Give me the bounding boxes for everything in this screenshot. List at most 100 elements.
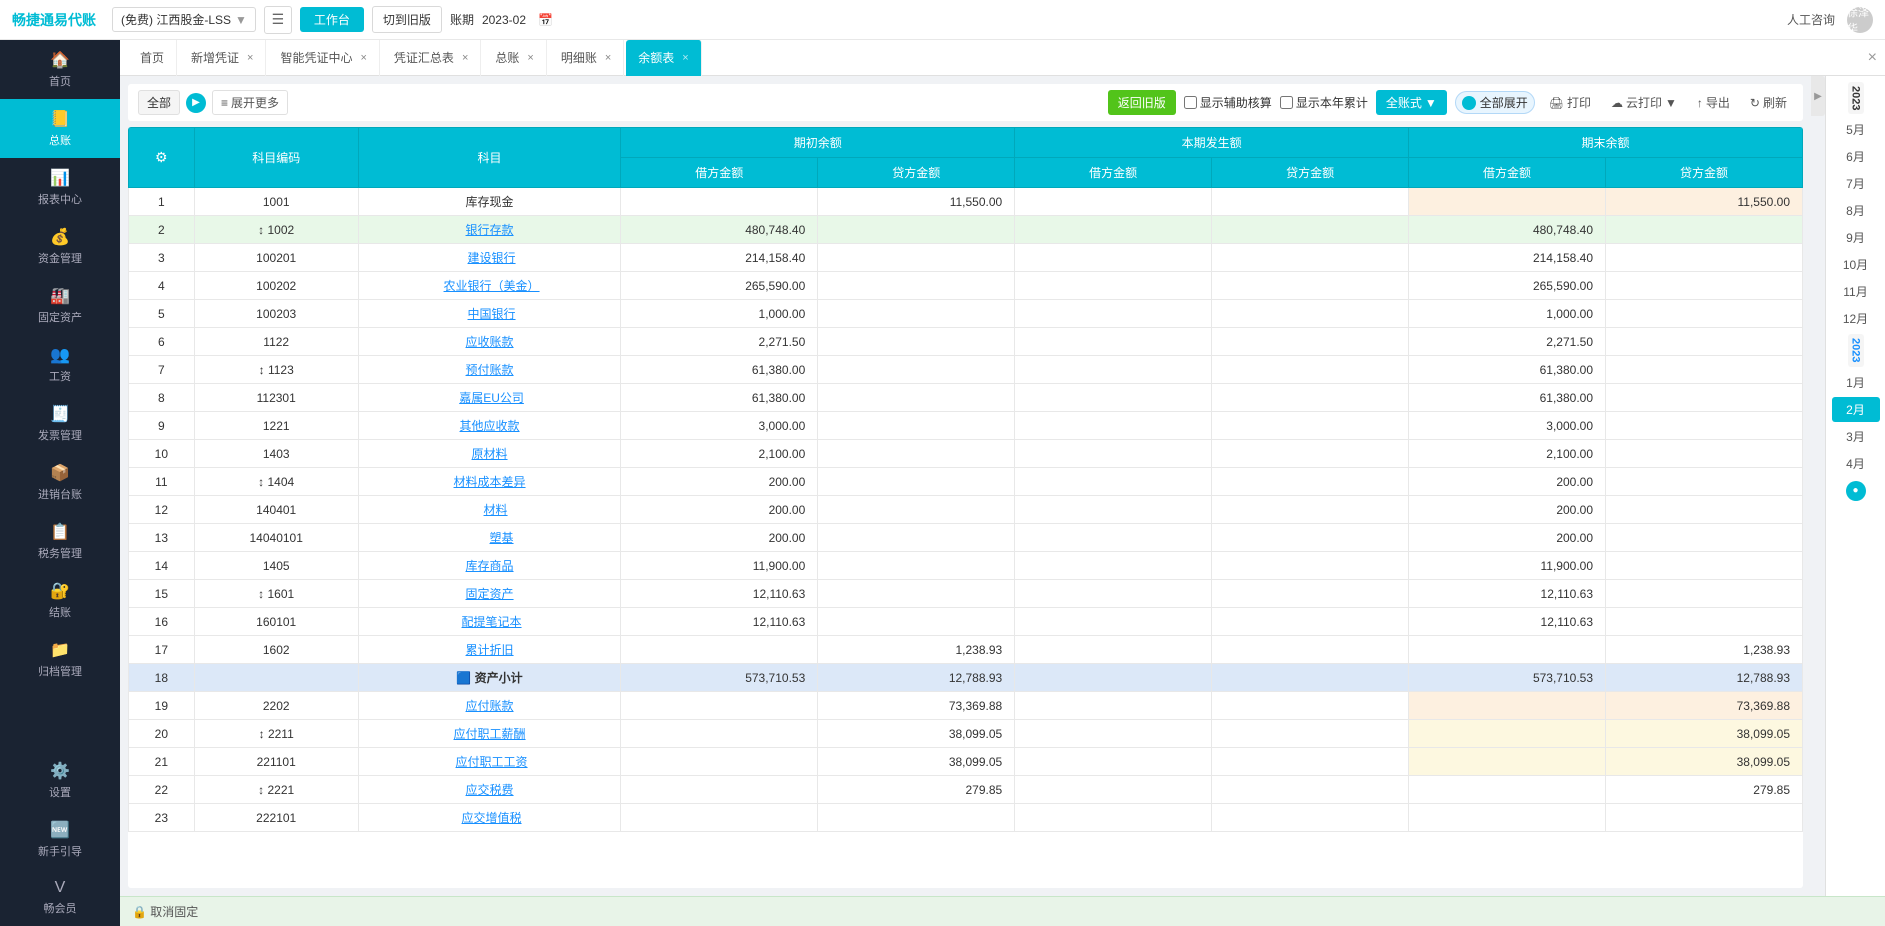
tab-smart-voucher-close[interactable]: × [360,52,366,64]
account-name-link[interactable]: 应付账款 [466,699,514,713]
back-old-button[interactable]: 返回旧版 [1108,90,1176,115]
cell-name[interactable]: 银行存款 [358,216,621,244]
month-2-active[interactable]: 2月 [1832,397,1880,422]
tab-voucher-summary-close[interactable]: × [462,52,468,64]
month-11[interactable]: 11月 [1832,279,1880,304]
account-name-link[interactable]: 嘉属EU公司 [459,391,524,405]
sidebar-item-invoice[interactable]: 🧾 发票管理 [0,394,120,453]
account-name-link[interactable]: 塑基 [490,531,514,545]
account-name-link[interactable]: 应付职工薪酬 [454,727,526,741]
show-auxiliary-checkbox[interactable]: 显示辅助核算 [1184,94,1272,111]
month-10[interactable]: 10月 [1832,252,1880,277]
month-5[interactable]: 5月 [1832,117,1880,142]
account-name-link[interactable]: 原材料 [472,447,508,461]
account-name-link[interactable]: 应交增值税 [462,811,522,825]
account-name-link[interactable]: 预付账款 [466,363,514,377]
cell-name[interactable]: 应付职工薪酬 [358,720,621,748]
account-name-link[interactable]: 应付职工工资 [456,755,528,769]
account-name-link[interactable]: 材料 [484,503,508,517]
cell-name[interactable]: 累计折旧 [358,636,621,664]
tab-home[interactable]: 首页 [128,40,177,76]
tab-voucher-summary[interactable]: 凭证汇总表 × [382,40,481,76]
cell-name[interactable]: 应交税费 [358,776,621,804]
filter-all-button[interactable]: 全部 [138,90,180,115]
sidebar-item-guide[interactable]: 🆕 新手引导 [0,810,120,869]
tab-new-voucher[interactable]: 新增凭证 × [179,40,266,76]
account-name-link[interactable]: 固定资产 [466,587,514,601]
cell-name[interactable]: 应付账款 [358,692,621,720]
cell-name[interactable]: 农业银行（美金） [358,272,621,300]
cell-name[interactable]: 原材料 [358,440,621,468]
tab-detail-ledger[interactable]: 明细账 × [549,40,624,76]
sidebar-item-settings[interactable]: ⚙️ 设置 [0,751,120,810]
th-settings[interactable]: ⚙ [129,128,195,188]
month-1[interactable]: 1月 [1832,370,1880,395]
consult-label[interactable]: 人工咨询 [1787,11,1835,28]
year-label-2023-prev[interactable]: 2023 [1848,82,1864,114]
filter-arrow-button[interactable]: ▶ [186,93,206,113]
tab-new-voucher-close[interactable]: × [247,52,253,64]
cell-name[interactable]: 应交增值税 [358,804,621,832]
print-button[interactable]: 🖨 打印 [1543,91,1597,114]
month-9[interactable]: 9月 [1832,225,1880,250]
month-7[interactable]: 7月 [1832,171,1880,196]
cell-name[interactable]: 中国银行 [358,300,621,328]
export-button[interactable]: ↑ 导出 [1691,91,1736,114]
cell-name[interactable]: 库存商品 [358,552,621,580]
account-name-link[interactable]: 建设银行 [468,251,516,265]
account-name-link[interactable]: 库存商品 [466,559,514,573]
user-avatar[interactable]: 徐泽华 [1847,7,1873,33]
month-3[interactable]: 3月 [1832,424,1880,449]
sidebar-item-archive[interactable]: 📁 归档管理 [0,630,120,689]
expand-all-toggle[interactable]: 全部展开 [1455,91,1535,114]
cell-name[interactable]: 🟦 资产小计 [358,664,621,692]
cell-name[interactable]: 预付账款 [358,356,621,384]
calendar-dot-indicator[interactable]: ● [1846,481,1866,501]
cell-name[interactable]: 材料 [358,496,621,524]
account-name-link[interactable]: 累计折旧 [466,643,514,657]
close-all-tabs-icon[interactable]: × [1868,49,1877,67]
sidebar-item-capital[interactable]: 💰 资金管理 [0,217,120,276]
cell-name[interactable]: 嘉属EU公司 [358,384,621,412]
full-style-button[interactable]: 全账式 ▼ [1376,90,1447,115]
company-settings-icon[interactable]: ☰ [264,6,292,34]
auxiliary-check[interactable] [1184,96,1197,109]
sidebar-item-home[interactable]: 🏠 首页 [0,40,120,99]
table-settings-icon[interactable]: ⚙ [155,149,168,165]
sidebar-item-member[interactable]: V 畅会员 [0,869,120,926]
sidebar-item-purchase[interactable]: 📦 进销台账 [0,453,120,512]
account-name-link[interactable]: 中国银行 [468,307,516,321]
right-sidebar-toggle[interactable]: ▶ [1811,76,1825,116]
sidebar-item-closing[interactable]: 🔐 结账 [0,571,120,630]
ytd-check[interactable] [1280,96,1293,109]
cell-name[interactable]: 库存现金 [358,188,621,216]
sidebar-item-report[interactable]: 📊 报表中心 [0,158,120,217]
cloud-print-button[interactable]: ☁ 云打印 ▼ [1605,91,1683,114]
sidebar-item-general[interactable]: 📒 总账 [0,99,120,158]
company-selector[interactable]: (免费) 江西股金-LSS ▼ [112,7,256,32]
sidebar-item-tax[interactable]: 📋 税务管理 [0,512,120,571]
account-name-link[interactable]: 配提笔记本 [462,615,522,629]
tab-smart-voucher[interactable]: 智能凭证中心 × [268,40,379,76]
refresh-button[interactable]: ↻ 刷新 [1744,91,1793,114]
tab-balance-table-close[interactable]: × [682,52,688,64]
tab-detail-ledger-close[interactable]: × [605,52,611,64]
account-name-link[interactable]: 应收账款 [466,335,514,349]
month-6[interactable]: 6月 [1832,144,1880,169]
account-name-link[interactable]: 农业银行（美金） [444,279,540,293]
cell-name[interactable]: 应收账款 [358,328,621,356]
cell-name[interactable]: 建设银行 [358,244,621,272]
cell-name[interactable]: 应付职工工资 [358,748,621,776]
bottom-bar[interactable]: 🔒 取消固定 [120,896,1885,926]
expand-more-button[interactable]: ≡ 展开更多 [212,90,288,115]
cell-name[interactable]: 塑基 [358,524,621,552]
month-12[interactable]: 12月 [1832,306,1880,331]
cell-name[interactable]: 固定资产 [358,580,621,608]
tab-balance-table[interactable]: 余额表 × [626,40,701,76]
month-8[interactable]: 8月 [1832,198,1880,223]
sidebar-item-fixed-asset[interactable]: 🏭 固定资产 [0,276,120,335]
tab-general-ledger[interactable]: 总账 × [483,40,546,76]
tab-general-ledger-close[interactable]: × [527,52,533,64]
year-label-2023-curr[interactable]: 2023 [1848,334,1864,366]
account-name-link[interactable]: 银行存款 [466,223,514,237]
